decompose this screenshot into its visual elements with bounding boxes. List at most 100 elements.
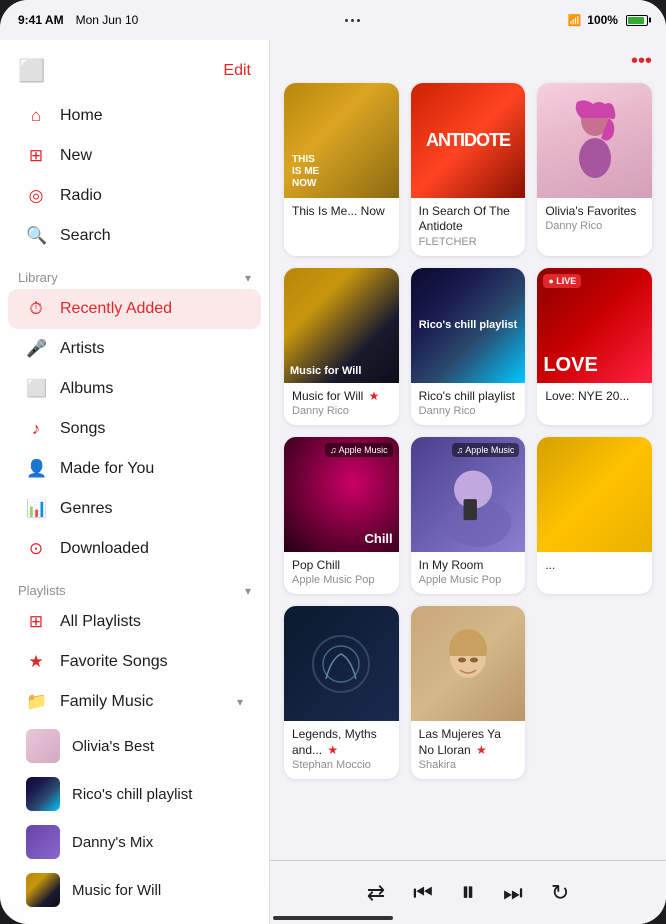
legends-title: Legends, Myths and... ★ <box>292 727 391 758</box>
nav-item-radio[interactable]: ◎ Radio <box>8 176 261 216</box>
love-art: ● LIVE LOVE <box>537 268 652 383</box>
olivia-info: Olivia's Favorites Danny Rico <box>537 198 652 241</box>
dot2 <box>351 19 354 22</box>
play-pause-button[interactable]: ⏸ <box>461 876 475 909</box>
edit-button[interactable]: Edit <box>223 62 251 80</box>
olivias-best-art <box>26 729 60 763</box>
playlist-item-ricos-chill[interactable]: Rico's chill playlist <box>0 770 269 818</box>
nav-item-albums[interactable]: ⬜ Albums <box>8 369 261 409</box>
new-icon: ⊞ <box>26 146 46 166</box>
all-playlists-icon: ⊞ <box>26 612 46 632</box>
playlist-item-music-for-will[interactable]: Music for Will <box>0 866 269 914</box>
musicwill-star: ★ <box>369 389 380 403</box>
genres-label: Genres <box>60 500 112 518</box>
playlist-item-olivias-best[interactable]: Olivia's Best <box>0 722 269 770</box>
status-bar-right: 📶 100% <box>568 13 648 27</box>
popchill-apple-music-badge: ♫ Apple Music <box>325 443 393 457</box>
love-info: Love: NYE 20... <box>537 383 652 413</box>
nav-item-favorite-songs[interactable]: ★ Favorite Songs <box>8 642 261 682</box>
olivia-art-bg <box>537 83 652 198</box>
olivia-character-svg <box>565 100 625 180</box>
legends-subtitle: Stephan Moccio <box>292 759 391 771</box>
music-for-will-thumb <box>26 873 60 907</box>
downloaded-icon: ⊙ <box>26 539 46 559</box>
musicwill-info: Music for Will ★ Danny Rico <box>284 383 399 426</box>
olivias-best-thumb <box>26 729 60 763</box>
home-icon: ⌂ <box>26 106 46 126</box>
nav-item-genres[interactable]: 📊 Genres <box>8 489 261 529</box>
dot1 <box>345 19 348 22</box>
inmyroom-title: In My Room <box>419 558 518 574</box>
nav-item-artists[interactable]: 🎤 Artists <box>8 329 261 369</box>
album-card-shakira[interactable]: Las Mujeres Ya No Lloran ★ Shakira <box>411 606 526 779</box>
antidote-info: In Search Of The Antidote FLETCHER <box>411 198 526 256</box>
made-for-you-label: Made for You <box>60 460 154 478</box>
more-options-button[interactable]: ••• <box>631 50 652 73</box>
nav-item-downloaded[interactable]: ⊙ Downloaded <box>8 529 261 569</box>
popchill-subtitle: Apple Music Pop <box>292 574 391 586</box>
albums-icon: ⬜ <box>26 379 46 399</box>
nav-radio-label: Radio <box>60 187 102 205</box>
jennifer-info: This Is Me... Now <box>284 198 399 228</box>
radio-icon: ◎ <box>26 186 46 206</box>
album-card-legends[interactable]: Legends, Myths and... ★ Stephan Moccio <box>284 606 399 779</box>
nav-item-family-music[interactable]: 📁 Family Music ▾ <box>8 682 261 722</box>
album-card-yellow[interactable]: ... <box>537 437 652 594</box>
album-card-love[interactable]: ● LIVE LOVE Love: NYE 20... <box>537 268 652 425</box>
nav-item-new[interactable]: ⊞ New <box>8 136 261 176</box>
repeat-button[interactable]: ↻ <box>551 880 569 906</box>
search-icon: 🔍 <box>26 226 46 246</box>
nav-new-label: New <box>60 147 92 165</box>
album-card-inmyroom[interactable]: ♫ Apple Music In My Room Apple Music Pop <box>411 437 526 594</box>
shakira-art <box>411 606 526 721</box>
artists-label: Artists <box>60 340 104 358</box>
dannys-mix-art <box>26 825 60 859</box>
music-for-will-art <box>26 873 60 907</box>
status-bar: 9:41 AM Mon Jun 10 📶 100% <box>0 0 666 40</box>
library-label: Library <box>18 270 58 285</box>
legends-svg <box>306 629 376 699</box>
music-for-will-label: Music for Will <box>72 882 161 899</box>
shakira-title: Las Mujeres Ya No Lloran ★ <box>419 727 518 758</box>
popchill-art-text: Chill <box>364 531 392 546</box>
legends-art <box>284 606 399 721</box>
main-content: ••• THISIS MENOW This Is Me... Now <box>270 40 666 924</box>
library-chevron-icon[interactable]: ▾ <box>245 271 251 285</box>
playlists-section-header: Playlists ▾ <box>0 569 269 602</box>
album-card-musicwill[interactable]: Music for Will Music for Will ★ Danny Ri… <box>284 268 399 425</box>
status-time: 9:41 AM <box>18 13 64 27</box>
nav-item-songs[interactable]: ♪ Songs <box>8 409 261 449</box>
family-music-chevron-icon: ▾ <box>237 695 243 709</box>
playlist-item-dannys-mix[interactable]: Danny's Mix <box>0 818 269 866</box>
nav-item-home[interactable]: ⌂ Home <box>8 96 261 136</box>
previous-button[interactable]: ⏮ <box>413 880 433 906</box>
shakira-star: ★ <box>476 743 487 757</box>
favorite-songs-icon: ★ <box>26 652 46 672</box>
content-header: ••• <box>270 40 666 83</box>
antidote-text: ANTIDOTE <box>422 126 514 155</box>
antidote-subtitle: FLETCHER <box>419 236 518 248</box>
album-card-jennifer[interactable]: THISIS MENOW This Is Me... Now <box>284 83 399 256</box>
nav-item-made-for-you[interactable]: 👤 Made for You <box>8 449 261 489</box>
albums-grid: THISIS MENOW This Is Me... Now ANTIDOTE … <box>270 83 666 793</box>
nav-item-search[interactable]: 🔍 Search <box>8 216 261 256</box>
playlists-chevron-icon[interactable]: ▾ <box>245 584 251 598</box>
next-button[interactable]: ⏭ <box>503 880 523 906</box>
recently-added-icon: ⏱ <box>26 299 46 319</box>
nav-item-i-love-rock[interactable]: I love Rock! <box>8 914 261 924</box>
downloaded-label: Downloaded <box>60 540 149 558</box>
ricos-chill-label: Rico's chill playlist <box>72 786 192 803</box>
status-date: Mon Jun 10 <box>76 13 139 27</box>
album-card-olivia[interactable]: Olivia's Favorites Danny Rico <box>537 83 652 256</box>
nav-item-recently-added[interactable]: ⏱ Recently Added <box>8 289 261 329</box>
album-card-antidote[interactable]: ANTIDOTE In Search Of The Antidote FLETC… <box>411 83 526 256</box>
family-music-icon: 📁 <box>26 692 46 712</box>
nav-home-label: Home <box>60 107 103 125</box>
made-for-you-icon: 👤 <box>26 459 46 479</box>
nav-item-all-playlists[interactable]: ⊞ All Playlists <box>8 602 261 642</box>
album-card-popchill[interactable]: ♫ Apple Music Chill Pop Chill Apple Musi… <box>284 437 399 594</box>
album-card-rico[interactable]: Rico's chill playlist Rico's chill playl… <box>411 268 526 425</box>
shuffle-button[interactable]: ⇄ <box>367 880 385 906</box>
olivia-art <box>537 83 652 198</box>
playlists-label: Playlists <box>18 583 66 598</box>
